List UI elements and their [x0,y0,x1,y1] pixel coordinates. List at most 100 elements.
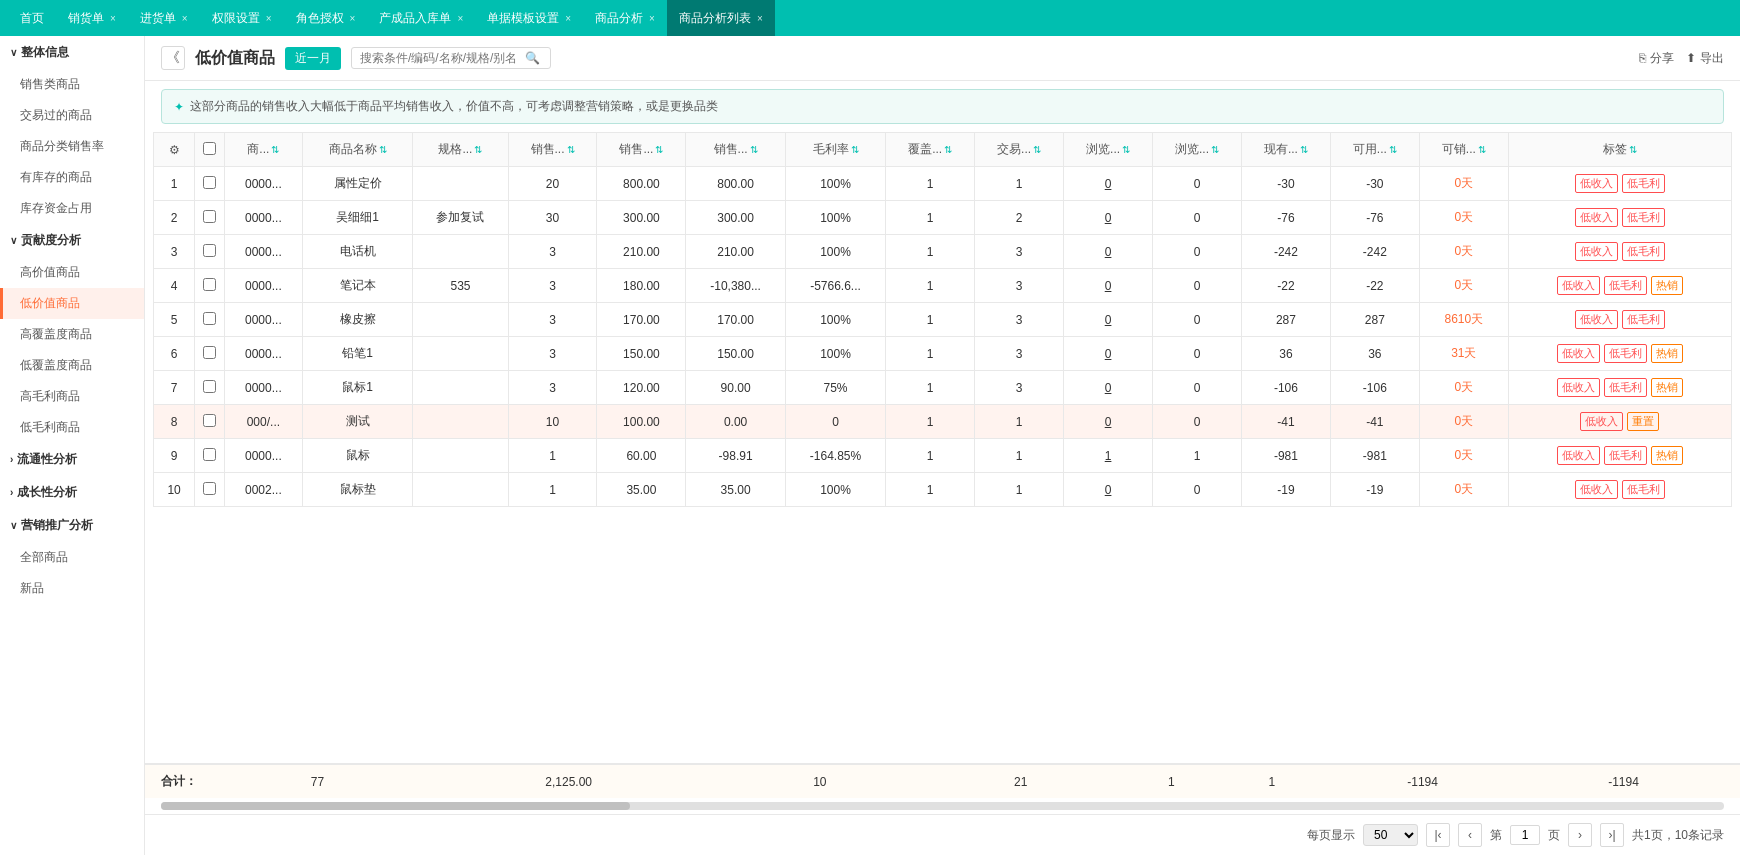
view1-value[interactable]: 0 [1105,245,1112,259]
row-view1[interactable]: 0 [1064,405,1153,439]
nav-product-analysis[interactable]: 商品分析 × [583,0,667,36]
row-view1[interactable]: 0 [1064,201,1153,235]
sidebar-item-inventory-capital[interactable]: 库存资金占用 [0,193,144,224]
tags-col-header[interactable]: 标签⇅ [1508,133,1731,167]
sidebar-section-marketing[interactable]: ∨ 营销推广分析 [0,509,144,542]
stock2-col-header[interactable]: 可用...⇅ [1330,133,1419,167]
nav-permission[interactable]: 权限设置 × [200,0,284,36]
row-checkbox[interactable] [203,448,216,461]
row-checkbox-cell[interactable] [195,201,225,235]
sidebar-item-new-products[interactable]: 新品 [0,573,144,604]
sidebar-item-all-products[interactable]: 全部商品 [0,542,144,573]
view1-value[interactable]: 0 [1105,347,1112,361]
select-all-checkbox[interactable] [203,142,216,155]
row-checkbox[interactable] [203,414,216,427]
sidebar-item-stocked-products[interactable]: 有库存的商品 [0,162,144,193]
view1-value[interactable]: 0 [1105,177,1112,191]
nav-role-auth[interactable]: 角色授权 × [284,0,368,36]
row-view1[interactable]: 0 [1064,337,1153,371]
nav-home[interactable]: 首页 [8,0,56,36]
view1-value[interactable]: 1 [1105,449,1112,463]
view1-value[interactable]: 0 [1105,415,1112,429]
share-button[interactable]: ⎘ 分享 [1639,50,1674,67]
nav-product-analysis-list[interactable]: 商品分析列表 × [667,0,775,36]
scroll-thumb[interactable] [161,802,630,810]
sidebar-item-category-sales-rate[interactable]: 商品分类销售率 [0,131,144,162]
sidebar-item-low-margin[interactable]: 低毛利商品 [0,412,144,443]
row-checkbox[interactable] [203,346,216,359]
row-view1[interactable]: 0 [1064,303,1153,337]
sidebar-item-high-coverage[interactable]: 高覆盖度商品 [0,319,144,350]
nav-close-icon[interactable]: × [757,13,763,24]
row-checkbox-cell[interactable] [195,473,225,507]
row-checkbox[interactable] [203,278,216,291]
view1-value[interactable]: 0 [1105,211,1112,225]
first-page-button[interactable]: |‹ [1426,823,1450,847]
view1-value[interactable]: 0 [1105,279,1112,293]
row-checkbox-cell[interactable] [195,167,225,201]
row-view1[interactable]: 0 [1064,167,1153,201]
trade-col-header[interactable]: 交易...⇅ [975,133,1064,167]
next-page-button[interactable]: › [1568,823,1592,847]
horizontal-scrollbar[interactable] [161,802,1724,810]
nav-template[interactable]: 单据模板设置 × [475,0,583,36]
sidebar-item-low-value[interactable]: 低价值商品 [0,288,144,319]
row-view1[interactable]: 1 [1064,439,1153,473]
nav-close-icon[interactable]: × [649,13,655,24]
nav-close-icon[interactable]: × [350,13,356,24]
row-checkbox-cell[interactable] [195,371,225,405]
export-button[interactable]: ⬆ 导出 [1686,50,1724,67]
sidebar-section-contribution[interactable]: ∨ 贡献度分析 [0,224,144,257]
view2-col-header[interactable]: 浏览...⇅ [1153,133,1242,167]
checkbox-col-header[interactable] [195,133,225,167]
search-box[interactable]: 🔍 [351,47,551,69]
collapse-sidebar-button[interactable]: 《 [161,46,185,70]
row-checkbox-cell[interactable] [195,235,225,269]
sidebar-section-growth[interactable]: › 成长性分析 [0,476,144,509]
cover-col-header[interactable]: 覆盖...⇅ [886,133,975,167]
nav-close-icon[interactable]: × [110,13,116,24]
last-page-button[interactable]: ›| [1600,823,1624,847]
row-checkbox[interactable] [203,482,216,495]
sidebar-item-traded-products[interactable]: 交易过的商品 [0,100,144,131]
row-view1[interactable]: 0 [1064,473,1153,507]
row-view1[interactable]: 0 [1064,371,1153,405]
row-checkbox[interactable] [203,176,216,189]
row-checkbox-cell[interactable] [195,337,225,371]
sidebar-item-high-margin[interactable]: 高毛利商品 [0,381,144,412]
view1-value[interactable]: 0 [1105,313,1112,327]
row-checkbox-cell[interactable] [195,303,225,337]
stock1-col-header[interactable]: 现有...⇅ [1241,133,1330,167]
sidebar-section-general[interactable]: ∨ 整体信息 [0,36,144,69]
search-icon[interactable]: 🔍 [525,51,540,65]
nav-close-icon[interactable]: × [266,13,272,24]
row-checkbox[interactable] [203,210,216,223]
sale1-col-header[interactable]: 销售...⇅ [508,133,597,167]
sidebar-item-low-coverage[interactable]: 低覆盖度商品 [0,350,144,381]
nav-product-stock[interactable]: 产成品入库单 × [367,0,475,36]
sale3-col-header[interactable]: 销售...⇅ [686,133,785,167]
nav-close-icon[interactable]: × [457,13,463,24]
view1-value[interactable]: 0 [1105,381,1112,395]
sidebar-item-high-value[interactable]: 高价值商品 [0,257,144,288]
stock3-col-header[interactable]: 可销...⇅ [1419,133,1508,167]
row-checkbox-cell[interactable] [195,269,225,303]
row-checkbox[interactable] [203,244,216,257]
row-view1[interactable]: 0 [1064,235,1153,269]
sidebar-section-circulation[interactable]: › 流通性分析 [0,443,144,476]
prev-page-button[interactable]: ‹ [1458,823,1482,847]
row-checkbox[interactable] [203,380,216,393]
page-size-select[interactable]: 50 100 200 [1363,824,1418,846]
settings-col-header[interactable]: ⚙ [154,133,195,167]
spec-col-header[interactable]: 规格...⇅ [413,133,508,167]
code-col-header[interactable]: 商...⇅ [225,133,303,167]
nav-close-icon[interactable]: × [565,13,571,24]
row-checkbox[interactable] [203,312,216,325]
sale2-col-header[interactable]: 销售...⇅ [597,133,686,167]
nav-purchase-order[interactable]: 进货单 × [128,0,200,36]
view1-col-header[interactable]: 浏览...⇅ [1064,133,1153,167]
search-input[interactable] [360,51,520,65]
gross-col-header[interactable]: 毛利率⇅ [785,133,885,167]
nav-sales-order[interactable]: 销货单 × [56,0,128,36]
time-filter-button[interactable]: 近一月 [285,47,341,70]
